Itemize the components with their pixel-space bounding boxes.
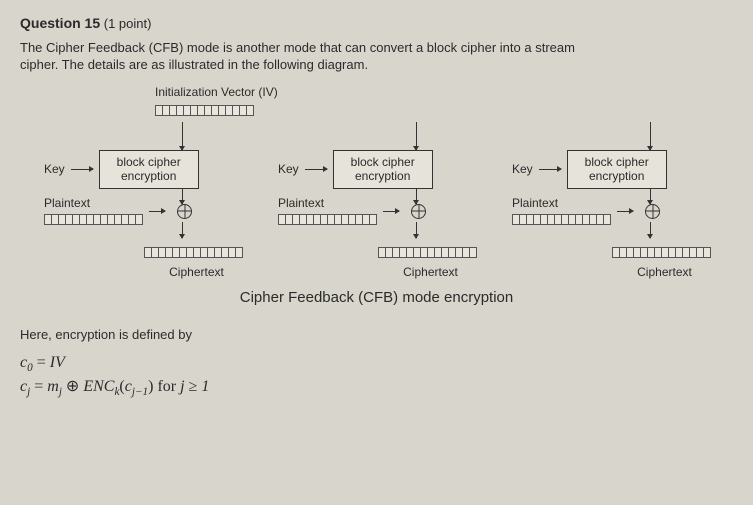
formula-line-2: cj = mj ⊕ ENCk(cj−1) for j ≥ 1: [20, 376, 733, 400]
arrow-down-icon: [182, 122, 183, 150]
encryption-row: Key block cipher encryption: [512, 150, 732, 189]
ciphertext-row: Ciphertext: [378, 244, 498, 280]
ciphertext-row: Ciphertext: [144, 244, 264, 280]
f2-eq: =: [30, 378, 47, 395]
plaintext-cells: [278, 214, 377, 225]
ciphertext-label: Ciphertext: [378, 264, 483, 280]
plaintext-row: Plaintext: [512, 195, 732, 229]
arrow-right-icon: [149, 211, 165, 212]
plaintext-label: Plaintext: [512, 195, 609, 211]
question-header: Question 15 (1 point): [20, 14, 733, 33]
ciphertext-cells: [378, 247, 477, 258]
question-number: Question 15: [20, 15, 100, 31]
plaintext-label: Plaintext: [44, 195, 141, 211]
arrow-down-icon: [182, 188, 183, 204]
xor-icon: [411, 204, 426, 219]
iv-label: Initialization Vector (IV): [155, 84, 733, 100]
block-cipher-box: block cipher encryption: [567, 150, 667, 189]
encryption-row: Key block cipher encryption: [278, 150, 498, 189]
ciphertext-label: Ciphertext: [144, 264, 249, 280]
plaintext-row: Plaintext: [44, 195, 264, 229]
block-cipher-box: block cipher encryption: [99, 150, 199, 189]
arrow-right-icon: [383, 211, 399, 212]
arrow-down-icon: [650, 222, 651, 238]
f1-eq: =: [33, 354, 50, 371]
arrow-down-icon: [416, 222, 417, 238]
question-points: (1 point): [104, 16, 152, 31]
iv-block: Initialization Vector (IV): [155, 84, 733, 120]
question-prompt: The Cipher Feedback (CFB) mode is anothe…: [20, 39, 580, 74]
iv-cells: [155, 105, 254, 116]
f2-for: for: [153, 378, 180, 395]
arrow-down-icon: [416, 188, 417, 204]
plaintext-label: Plaintext: [278, 195, 375, 211]
arrow-down-icon: [650, 122, 651, 150]
f2-jm1: j−1: [132, 386, 148, 398]
f2-enc: ENC: [83, 378, 114, 395]
plaintext-row: Plaintext: [278, 195, 498, 229]
arrow-down-icon: [650, 188, 651, 204]
plaintext-cells: [512, 214, 611, 225]
ciphertext-cells: [144, 247, 243, 258]
encryption-row: Key block cipher encryption: [44, 150, 264, 189]
arrow-down-icon: [182, 222, 183, 238]
key-label: Key: [512, 161, 533, 177]
xor-icon: [645, 204, 660, 219]
key-label: Key: [44, 161, 65, 177]
arrow-right-icon: [71, 169, 93, 170]
cfb-stages: Key block cipher encryption Plaintext Ciphe…: [44, 122, 733, 280]
plaintext-cells: [44, 214, 143, 225]
cfb-stage: Key block cipher encryption Plaintext Ciphe…: [512, 122, 732, 280]
cfb-stage: Key block cipher encryption Plaintext Ciphe…: [44, 122, 264, 280]
formula-line-1: c0 = IV: [20, 352, 733, 376]
block-cipher-box: block cipher encryption: [333, 150, 433, 189]
f2-cond: j ≥ 1: [180, 378, 209, 395]
f2-xor: ⊕: [62, 378, 83, 395]
arrow-right-icon: [305, 169, 327, 170]
ciphertext-cells: [612, 247, 711, 258]
cfb-stage: Key block cipher encryption Plaintext Ciphe…: [278, 122, 498, 280]
f2-cprev: c: [125, 378, 132, 395]
key-label: Key: [278, 161, 299, 177]
definition-intro: Here, encryption is defined by: [20, 326, 733, 344]
f2-m: m: [47, 378, 59, 395]
arrow-right-icon: [617, 211, 633, 212]
arrow-right-icon: [539, 169, 561, 170]
xor-icon: [177, 204, 192, 219]
diagram-caption: Cipher Feedback (CFB) mode encryption: [20, 288, 733, 308]
f1-rhs: IV: [50, 354, 65, 371]
ciphertext-label: Ciphertext: [612, 264, 717, 280]
arrow-down-icon: [416, 122, 417, 150]
ciphertext-row: Ciphertext: [612, 244, 732, 280]
